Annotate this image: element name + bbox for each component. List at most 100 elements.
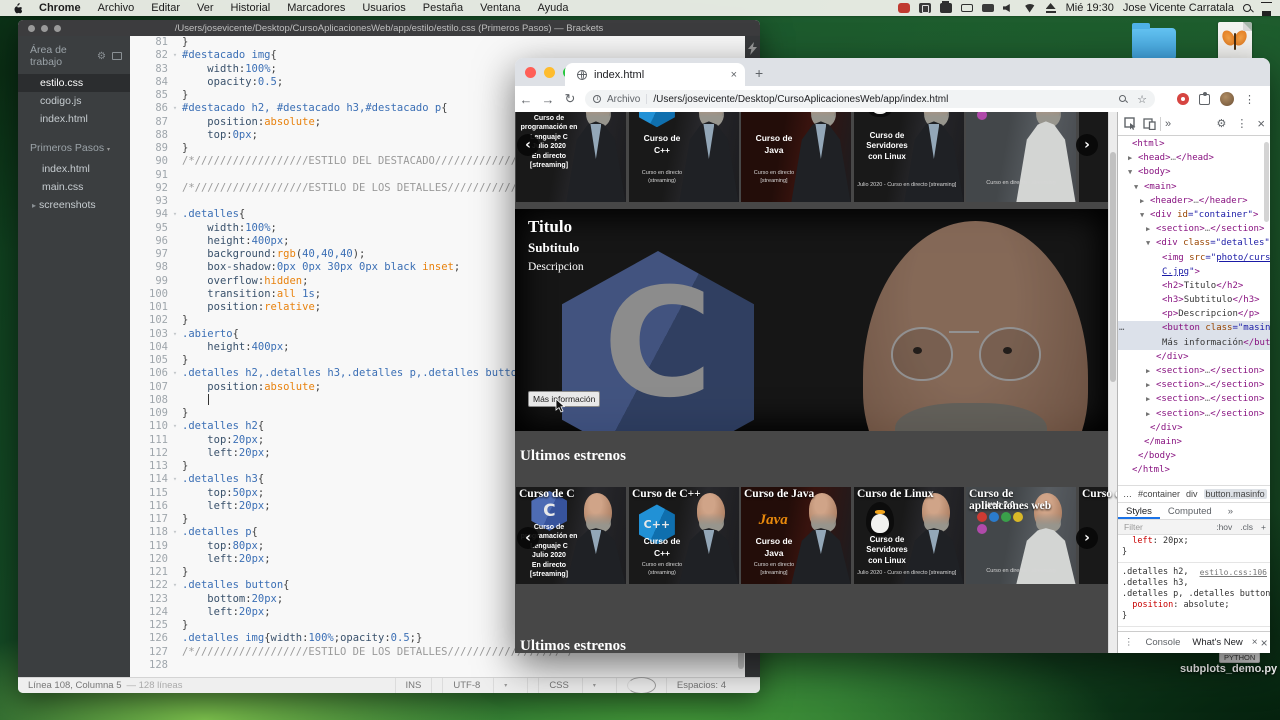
- dom-node[interactable]: </div>: [1118, 350, 1270, 364]
- forward-button[interactable]: →: [537, 92, 559, 107]
- devtools-menu-icon[interactable]: ⋮: [1231, 117, 1252, 130]
- dom-node[interactable]: ▶ <section>…</section>: [1118, 222, 1270, 236]
- site-info-icon[interactable]: [593, 95, 601, 103]
- split-view-icon[interactable]: [112, 52, 122, 60]
- course-card[interactable]: C++Curso deC++Curso en directo(streaming…: [629, 487, 739, 584]
- tab-styles[interactable]: Styles: [1118, 503, 1160, 519]
- dom-node[interactable]: ▶ <section>…</section>: [1118, 392, 1270, 406]
- dom-node[interactable]: ▶ <section>…</section>: [1118, 378, 1270, 392]
- project-selector[interactable]: Primeros Pasos ▾: [18, 128, 130, 160]
- style-line[interactable]: position: absolute;: [1118, 600, 1270, 611]
- dom-node[interactable]: <p>Descripcion</p>: [1118, 307, 1270, 321]
- style-line[interactable]: }: [1118, 611, 1270, 622]
- style-line[interactable]: .detalles h3,: [1118, 578, 1270, 589]
- extension-icon[interactable]: [1177, 93, 1189, 105]
- tab-close-icon[interactable]: ×: [723, 69, 745, 81]
- dom-node[interactable]: <html>: [1118, 137, 1270, 151]
- encoding-selector[interactable]: UTF-8 ▾: [431, 678, 527, 693]
- dom-node[interactable]: </div>: [1118, 421, 1270, 435]
- carousel-prev-button[interactable]: ‹: [517, 134, 539, 156]
- back-button[interactable]: ←: [515, 92, 537, 107]
- menu-item-marcadores[interactable]: Marcadores: [287, 2, 345, 14]
- toggle-class-editor[interactable]: .cls: [1236, 522, 1257, 532]
- dom-node[interactable]: </main>: [1118, 435, 1270, 449]
- course-card[interactable]: web 2.0 Curso en directo - streaming Curso…: [966, 487, 1076, 584]
- lint-status-icon[interactable]: [615, 677, 666, 693]
- course-card[interactable]: CCurso deprogramación enLenguaje CJulio …: [516, 112, 626, 202]
- dom-node[interactable]: </body>: [1118, 449, 1270, 463]
- more-panel-tabs-icon[interactable]: »: [1220, 503, 1241, 519]
- whats-new-close-icon[interactable]: ×: [1249, 637, 1261, 648]
- printer-icon[interactable]: [939, 1, 952, 13]
- menu-item-pestaña[interactable]: Pestaña: [423, 2, 463, 14]
- working-file-estilo.css[interactable]: estilo.css: [18, 74, 130, 92]
- dom-node[interactable]: ▶ <header>…</header>: [1118, 194, 1270, 208]
- course-card[interactable]: Curso de Servidores con Linux Julio 2020 - …: [854, 112, 964, 202]
- active-app-menu[interactable]: Chrome: [39, 2, 81, 14]
- reload-button[interactable]: ↻: [559, 91, 581, 107]
- indent-setting[interactable]: Espacios: 4: [665, 678, 736, 693]
- course-card[interactable]: Java Curso deJava Curso en directo[streami…: [741, 487, 851, 584]
- tab-computed[interactable]: Computed: [1160, 503, 1220, 519]
- dom-node[interactable]: ▶ <section>…</section>: [1118, 407, 1270, 421]
- menu-item-usuarios[interactable]: Usuarios: [362, 2, 405, 14]
- cursor-position[interactable]: Línea 108, Columna 5: [18, 680, 121, 691]
- more-tabs-icon[interactable]: »: [1165, 118, 1171, 130]
- new-tab-button[interactable]: +: [755, 65, 763, 81]
- course-card[interactable]: Java Curso deJava Curso en directo[streami…: [741, 112, 851, 202]
- course-card[interactable]: web 2.0Curso en directo - streaming: [966, 112, 1076, 202]
- drawer-menu-icon[interactable]: ⋮: [1118, 637, 1140, 648]
- extensions-puzzle-icon[interactable]: [1199, 91, 1210, 105]
- chrome-menu-icon[interactable]: ⋮: [1244, 93, 1255, 106]
- live-preview-icon[interactable]: [748, 42, 757, 55]
- code-line[interactable]: 81}: [130, 36, 745, 49]
- menu-bar-user[interactable]: Jose Vicente Carratala: [1123, 2, 1234, 14]
- project-file-screenshots[interactable]: ▸ screenshots: [18, 196, 130, 214]
- dom-node[interactable]: Más información</button>: [1118, 335, 1270, 350]
- drawer-tab-console[interactable]: Console: [1140, 637, 1187, 648]
- address-bar[interactable]: Archivo /Users/josevicente/Desktop/Curso…: [585, 90, 1155, 108]
- dom-node[interactable]: </html>: [1118, 463, 1270, 477]
- carousel-next-button[interactable]: ›: [1076, 134, 1098, 156]
- minimize-window-button[interactable]: [544, 67, 555, 78]
- dom-node[interactable]: ▼ <div id="container">: [1118, 208, 1270, 222]
- device-toolbar-icon[interactable]: [1143, 117, 1156, 130]
- dom-node[interactable]: ▼<div class="detalles">: [1118, 236, 1270, 250]
- menu-item-editar[interactable]: Editar: [151, 2, 180, 14]
- dom-node[interactable]: <h2>Titulo</h2>: [1118, 279, 1270, 293]
- menu-item-ver[interactable]: Ver: [197, 2, 214, 14]
- working-file-codigo.js[interactable]: codigo.js: [18, 92, 130, 110]
- dom-node[interactable]: ▶ <head>…</head>: [1118, 151, 1270, 165]
- record-icon[interactable]: [897, 3, 910, 13]
- menu-bar-clock[interactable]: Mié 19:30: [1066, 2, 1114, 14]
- project-file-main.css[interactable]: main.css: [18, 178, 130, 196]
- dom-node[interactable]: <h3>Subtitulo</h3>: [1118, 293, 1270, 307]
- dom-node[interactable]: <img src="photo/curso-de-: [1118, 251, 1270, 265]
- elements-scrollbar-thumb[interactable]: [1264, 142, 1269, 222]
- course-card[interactable]: Curso de Servidores con Linux Julio 2020 - …: [854, 487, 964, 584]
- dom-node[interactable]: C.jpg">: [1118, 265, 1270, 279]
- display-icon[interactable]: [960, 4, 973, 12]
- menu-item-ventana[interactable]: Ventana: [480, 2, 520, 14]
- style-line[interactable]: estilo.css:106 .detalles h2,: [1118, 567, 1270, 578]
- language-selector[interactable]: CSS ▾: [527, 678, 616, 693]
- inspect-element-icon[interactable]: [1124, 117, 1137, 130]
- filter-input[interactable]: Filter: [1118, 522, 1212, 532]
- bookmark-star-icon[interactable]: ☆: [1137, 93, 1147, 106]
- volume-icon[interactable]: [1003, 3, 1015, 13]
- profile-avatar[interactable]: [1220, 92, 1234, 106]
- menu-item-archivo[interactable]: Archivo: [98, 2, 135, 14]
- dom-node[interactable]: ▼ <main>: [1118, 180, 1270, 194]
- menu-item-ayuda[interactable]: Ayuda: [537, 2, 568, 14]
- latest-prev-button[interactable]: ‹: [517, 527, 539, 549]
- stylesheet-source-link[interactable]: estilo.css:106: [1200, 567, 1270, 578]
- notification-center-icon[interactable]: [1261, 1, 1272, 11]
- page-scrollbar-thumb[interactable]: [1110, 152, 1116, 382]
- code-line[interactable]: 128: [130, 659, 745, 672]
- wifi-icon[interactable]: [1023, 3, 1036, 13]
- style-line[interactable]: }: [1118, 547, 1270, 558]
- devtools-close-icon[interactable]: ×: [1252, 116, 1270, 131]
- breadcrumb-item[interactable]: …: [1123, 489, 1132, 499]
- spotlight-search-icon[interactable]: [1243, 3, 1252, 13]
- breadcrumb-item[interactable]: button.masinfo: [1203, 489, 1267, 499]
